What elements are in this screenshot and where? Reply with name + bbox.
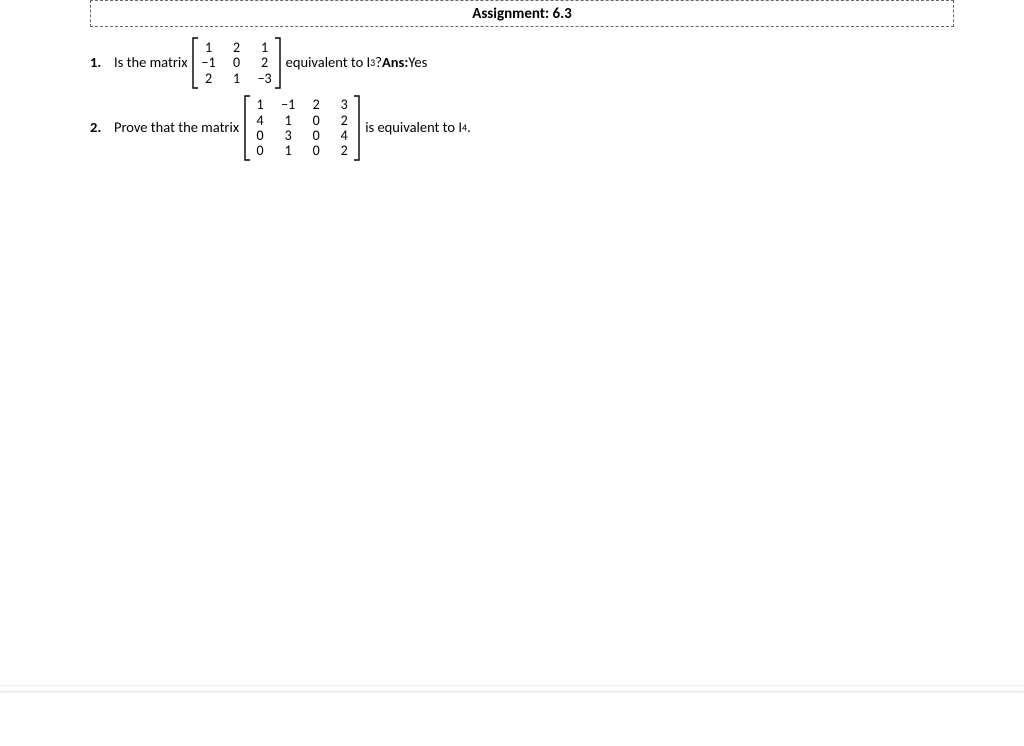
problem-lead: Is the matrix [114,54,187,71]
matrix-cell: 0 [253,143,267,158]
matrix-cell: 1 [281,113,295,128]
right-bracket-icon [274,37,282,89]
matrix-3x3: 1 2 1 −1 0 2 2 1 −3 [191,37,281,89]
matrix-cell: 4 [253,113,267,128]
assignment-header-box: Assignment: 6.3 [90,0,954,27]
matrix-cell: −1 [201,55,215,70]
problem-tail-b: . [467,119,471,136]
matrix-cell: 1 [253,97,267,112]
matrix-cell: 2 [337,113,351,128]
matrix-cell: 0 [309,113,323,128]
matrix-cell: 4 [337,128,351,143]
matrix-cell: 1 [281,143,295,158]
matrix-cell: 1 [230,71,244,86]
matrix-cell: 0 [309,143,323,158]
matrix-cell: 3 [337,97,351,112]
left-bracket-icon [191,37,199,89]
problem-number: 2. [90,119,114,136]
problem-1: 1. Is the matrix 1 2 1 −1 0 2 2 1 −3 [90,37,954,89]
matrix-cell: 0 [230,55,244,70]
matrix-cell: 2 [258,55,272,70]
matrix-cell: −1 [281,97,295,112]
answer-value: Yes [408,54,427,71]
problem-tail-b: ? [375,54,382,71]
problem-tail-a: is equivalent to I [365,119,462,136]
matrix-cell: 2 [230,40,244,55]
matrix-cells: 1 2 1 −1 0 2 2 1 −3 [199,40,273,86]
matrix-cell: 1 [201,40,215,55]
problem-text: Prove that the matrix 1 −1 2 3 4 1 0 2 0… [114,95,471,161]
matrix-4x4: 1 −1 2 3 4 1 0 2 0 3 0 4 0 1 0 2 [243,95,361,161]
page-divider [0,685,1024,691]
assignment-title: Assignment: 6.3 [472,5,572,23]
answer-label: Ans: [382,54,408,71]
problem-2: 2. Prove that the matrix 1 −1 2 3 4 1 0 … [90,95,954,161]
matrix-cell: −3 [258,71,272,86]
problem-lead: Prove that the matrix [114,119,239,136]
problem-tail-a: equivalent to I [286,54,371,71]
right-bracket-icon [353,95,361,161]
matrix-cell: 0 [309,128,323,143]
matrix-cells: 1 −1 2 3 4 1 0 2 0 3 0 4 0 1 0 2 [251,97,353,159]
matrix-cell: 2 [201,71,215,86]
matrix-cell: 1 [258,40,272,55]
matrix-cell: 0 [253,128,267,143]
page-content: Assignment: 6.3 1. Is the matrix 1 2 1 −… [0,0,1024,187]
left-bracket-icon [243,95,251,161]
problem-text: Is the matrix 1 2 1 −1 0 2 2 1 −3 [114,37,427,89]
matrix-cell: 2 [337,143,351,158]
matrix-cell: 2 [309,97,323,112]
matrix-cell: 3 [281,128,295,143]
problem-number: 1. [90,54,114,71]
